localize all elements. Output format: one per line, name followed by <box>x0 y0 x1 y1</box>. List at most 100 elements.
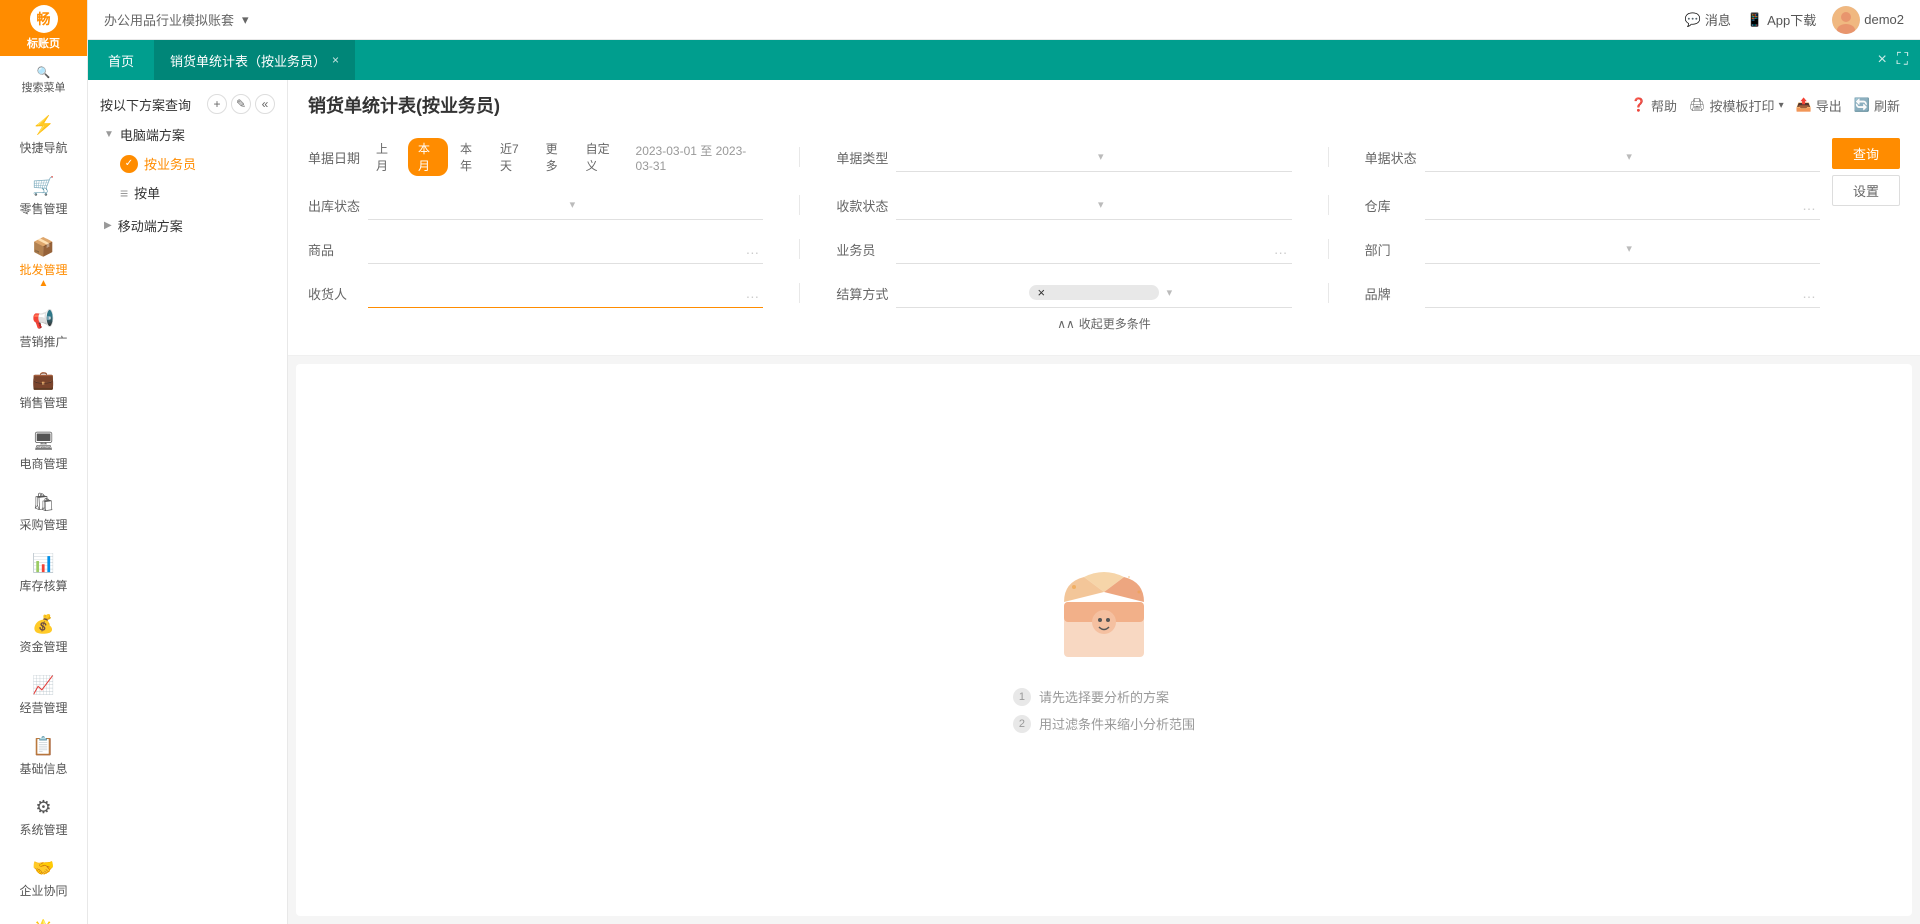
divider-4 <box>1328 195 1329 215</box>
consignee-dots[interactable]: … <box>741 285 763 301</box>
staff-dots[interactable]: … <box>1270 241 1292 257</box>
close-window-btn[interactable]: × <box>1877 51 1886 69</box>
warehouse-input[interactable] <box>1425 197 1798 212</box>
brand-field: … <box>1425 278 1820 308</box>
tree-item-by-staff[interactable]: ✓ 按业务员 <box>112 149 279 178</box>
help-btn[interactable]: ❓ 帮助 <box>1631 96 1677 115</box>
sidebar-item-marketing[interactable]: 📢 营销推广 <box>0 299 87 360</box>
field-group-brand: 品牌 … <box>1365 278 1820 308</box>
goods-dots[interactable]: … <box>741 241 763 257</box>
tree-item-by-order-label: 按单 <box>134 183 160 202</box>
field-group-outstatus: 出库状态 ▾ <box>308 190 763 220</box>
print-btn[interactable]: 🖨 按模板打印 ▾ <box>1689 96 1784 115</box>
brand-input[interactable] <box>1425 285 1798 300</box>
date-tab-custom[interactable]: 自定义 <box>578 138 624 176</box>
warehouse-label: 仓库 <box>1365 196 1417 215</box>
empty-tip-2: 2 用过滤条件来缩小分析范围 <box>1013 714 1195 733</box>
maximize-window-btn[interactable]: ⛶ <box>1897 51 1908 69</box>
goods-input[interactable] <box>368 241 741 256</box>
page-title: 销货单统计表(按业务员) <box>308 92 500 118</box>
topbar-dropdown-icon[interactable]: ▾ <box>242 12 249 28</box>
sidebar-item-purchase[interactable]: 🛍 采购管理 <box>0 482 87 543</box>
settle-clear-tag[interactable]: × <box>1029 285 1158 300</box>
sidebar-item-retail[interactable]: 🛒 零售管理 <box>0 166 87 227</box>
ecommerce-icon: 🖥 <box>32 431 55 452</box>
sidebar-item-enterprise[interactable]: 🤝 企业协同 <box>0 848 87 909</box>
edit-scheme-btn[interactable]: ✎ <box>231 94 251 114</box>
collapse-btn[interactable]: ∧∧ 收起更多条件 <box>1045 312 1163 335</box>
user-profile[interactable]: demo2 <box>1832 6 1904 34</box>
print-icon: 🖨 <box>1689 97 1706 113</box>
sidebar-item-system[interactable]: ⚙ 系统管理 <box>0 787 87 848</box>
purchase-icon: 🛍 <box>32 492 55 513</box>
sidebar-item-wholesale[interactable]: 📦 批发管理 ▲ <box>0 227 87 299</box>
warehouse-dots[interactable]: … <box>1798 197 1820 213</box>
print-dropdown-icon: ▾ <box>1779 100 1784 111</box>
panel-header: 按以下方案查询 + ✎ « <box>88 88 287 120</box>
sidebar-item-finance[interactable]: 💰 资金管理 <box>0 604 87 665</box>
tree-group-pc: ▼ 电脑端方案 ✓ 按业务员 ≡ 按单 ▶ 移动端方案 <box>88 120 287 240</box>
settle-select[interactable]: × ▾ <box>896 278 1291 308</box>
divider-7 <box>799 283 800 303</box>
empty-state: 1 请先选择要分析的方案 2 用过滤条件来缩小分析范围 <box>296 364 1912 916</box>
newuser-icon: 🌟 <box>32 919 54 924</box>
tab-sales-summary[interactable]: 销货单统计表（按业务员） × <box>154 40 355 80</box>
date-tab-7days[interactable]: 近7天 <box>492 138 534 176</box>
tab-close-btn[interactable]: × <box>332 53 339 67</box>
docstatus-select[interactable]: ▾ <box>1425 142 1820 172</box>
field-group-settle: 结算方式 × ▾ <box>836 278 1291 308</box>
add-scheme-btn[interactable]: + <box>207 94 227 114</box>
user-name: demo2 <box>1864 12 1904 27</box>
field-group-warehouse: 仓库 … <box>1365 190 1820 220</box>
sidebar-item-search[interactable]: 🔍 搜索菜单 <box>0 56 87 105</box>
date-tab-thismonth[interactable]: 本月 <box>408 138 448 176</box>
sidebar-item-operation[interactable]: 📈 经营管理 <box>0 665 87 726</box>
doctype-select[interactable]: ▾ <box>896 142 1291 172</box>
set-btn[interactable]: 设置 <box>1832 175 1900 206</box>
date-tab-more[interactable]: 更多 <box>538 138 574 176</box>
sidebar-item-sales[interactable]: 💼 销售管理 <box>0 360 87 421</box>
download-icon: 📱 <box>1747 12 1763 28</box>
filter-fields: 单据日期 上月 本月 本年 近7天 更多 自定义 <box>308 138 1820 308</box>
app-download-btn[interactable]: 📱 App下载 <box>1747 10 1816 29</box>
outstatus-select[interactable]: ▾ <box>368 190 763 220</box>
date-tab-thisyear[interactable]: 本年 <box>452 138 488 176</box>
date-tab-lastmonth[interactable]: 上月 <box>368 138 404 176</box>
sidebar-item-quicknav[interactable]: ⚡ 快捷导航 <box>0 105 87 166</box>
topbar-title: 办公用品行业模拟账套 <box>104 10 234 29</box>
brand-dots[interactable]: … <box>1798 285 1820 301</box>
consignee-input[interactable] <box>368 285 741 300</box>
dept-select[interactable]: ▾ <box>1425 234 1820 264</box>
tab-home[interactable]: 首页 <box>88 40 154 80</box>
sidebar-item-basic[interactable]: 📋 基础信息 <box>0 726 87 787</box>
basic-icon: 📋 <box>32 736 54 757</box>
export-icon: 📤 <box>1796 97 1812 113</box>
collectstatus-label: 收款状态 <box>836 196 888 215</box>
date-tabs: 上月 本月 本年 近7天 更多 自定义 <box>368 138 624 176</box>
field-group-goods: 商品 … <box>308 234 763 264</box>
search-icon: 🔍 <box>37 66 51 79</box>
staff-input[interactable] <box>896 241 1269 256</box>
tree-group-mobile-header[interactable]: ▶ 移动端方案 <box>96 211 279 240</box>
sidebar-item-ecommerce[interactable]: 🖥 电商管理 <box>0 421 87 482</box>
marketing-icon: 📢 <box>32 309 54 330</box>
empty-tips: 1 请先选择要分析的方案 2 用过滤条件来缩小分析范围 <box>1013 687 1195 733</box>
tree-group-pc-header[interactable]: ▼ 电脑端方案 <box>96 120 279 149</box>
filter-row-3: 商品 … 业务员 … <box>308 234 1820 264</box>
sidebar-item-newuser[interactable]: 🌟 新手引导 <box>0 909 87 924</box>
field-group-consignee: 收货人 … <box>308 278 763 308</box>
message-btn[interactable]: 💬 消息 <box>1685 10 1731 29</box>
field-group-doctype: 单据类型 ▾ <box>836 142 1291 172</box>
sidebar-item-inventory[interactable]: 📊 库存核算 <box>0 543 87 604</box>
refresh-btn[interactable]: 🔄 刷新 <box>1854 96 1900 115</box>
left-panel: 按以下方案查询 + ✎ « ▼ 电脑端方案 ✓ 按业务员 <box>88 80 288 924</box>
query-btn[interactable]: 查询 <box>1832 138 1900 169</box>
export-btn[interactable]: 📤 导出 <box>1796 96 1842 115</box>
window-buttons: × ⛶ <box>1877 51 1920 69</box>
collectstatus-select[interactable]: ▾ <box>896 190 1291 220</box>
system-icon: ⚙ <box>35 797 51 818</box>
tabbar: 首页 销货单统计表（按业务员） × × ⛶ <box>88 40 1920 80</box>
filter-row-2: 出库状态 ▾ 收款状态 ▾ <box>308 190 1820 220</box>
collapse-panel-btn[interactable]: « <box>255 94 275 114</box>
tree-item-by-order[interactable]: ≡ 按单 <box>112 178 279 207</box>
